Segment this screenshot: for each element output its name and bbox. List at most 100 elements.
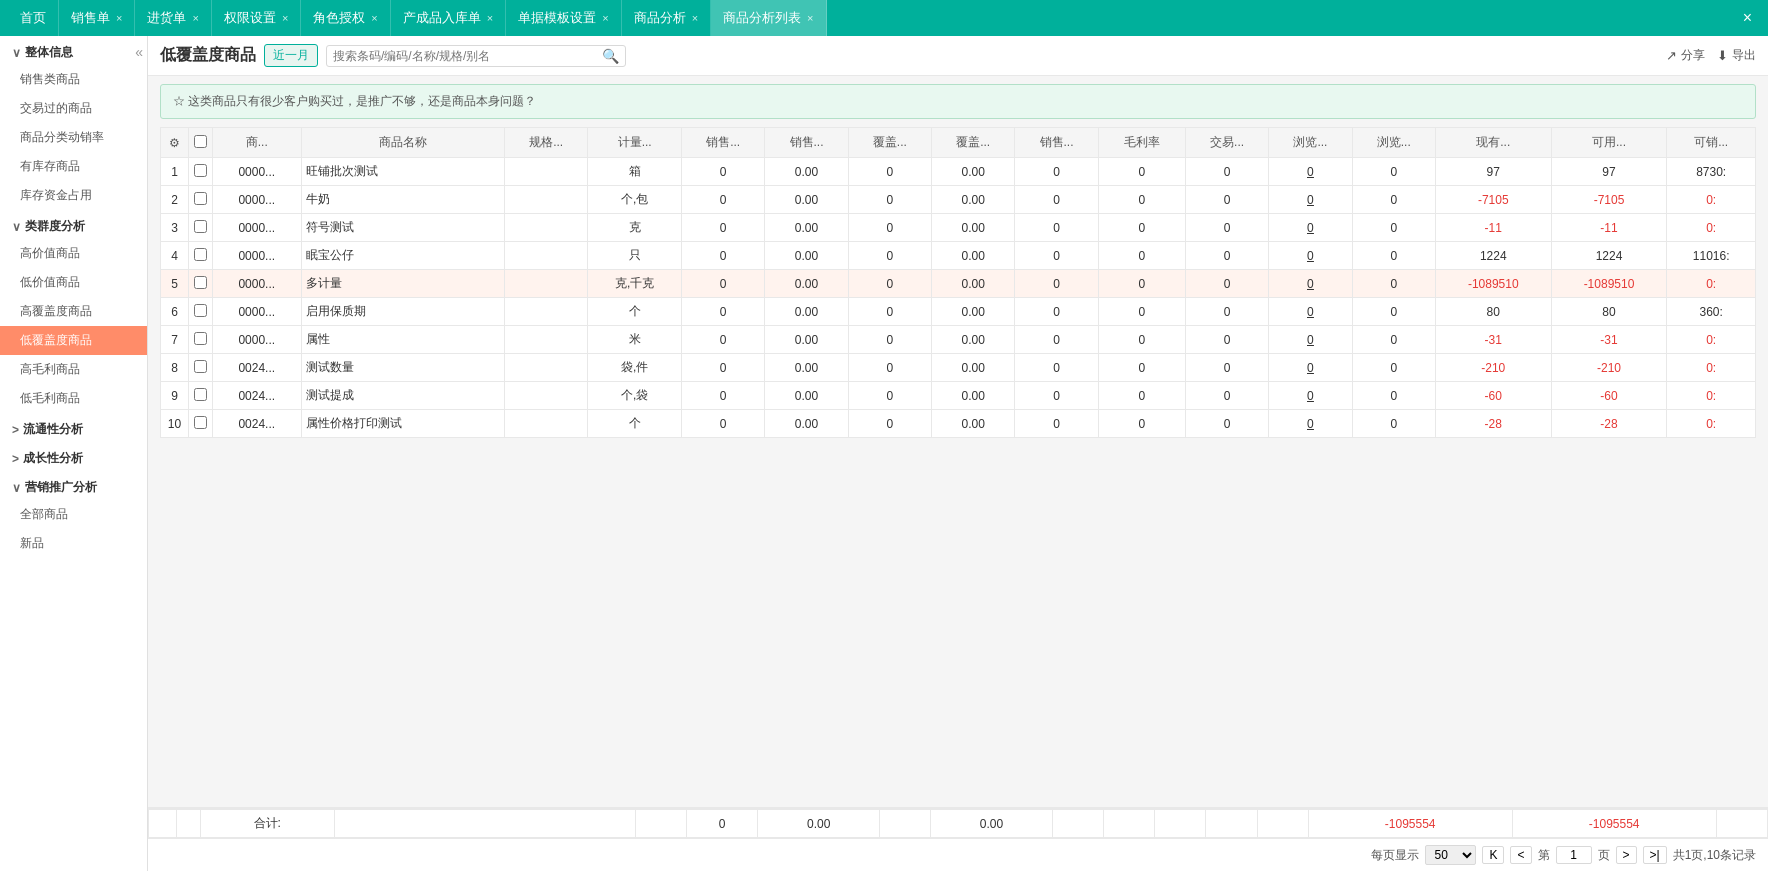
sidebar-item-low-coverage[interactable]: 低覆盖度商品 xyxy=(0,326,147,355)
sidebar-item-stock-goods[interactable]: 有库存商品 xyxy=(0,152,147,181)
row-select-checkbox[interactable] xyxy=(194,332,207,345)
col-sales-qty[interactable]: 销售... xyxy=(682,128,765,158)
select-all-checkbox[interactable] xyxy=(194,135,207,148)
close-permission-tab[interactable]: × xyxy=(282,12,288,24)
close-all-tabs[interactable]: × xyxy=(1735,9,1760,27)
sidebar-item-capital[interactable]: 库存资金占用 xyxy=(0,181,147,210)
col-spec[interactable]: 规格... xyxy=(504,128,587,158)
sidebar-section-liquidity[interactable]: > 流通性分析 xyxy=(0,413,147,442)
sidebar-item-high-profit[interactable]: 高毛利商品 xyxy=(0,355,147,384)
sidebar-section-growth[interactable]: > 成长性分析 xyxy=(0,442,147,471)
row-select-checkbox[interactable] xyxy=(194,360,207,373)
table-container[interactable]: ⚙ 商... 商品名称 规格... 计量... 销售... 销售... 覆盖..… xyxy=(148,127,1768,807)
nav-tab-role[interactable]: 角色授权 × xyxy=(301,0,390,36)
row-checkbox[interactable] xyxy=(189,382,213,410)
search-input[interactable] xyxy=(333,49,598,63)
section-arrow-marketing: ∨ xyxy=(12,481,21,495)
row-checkbox[interactable] xyxy=(189,298,213,326)
col-settings[interactable]: ⚙ xyxy=(161,128,189,158)
nav-tab-purchase[interactable]: 进货单 × xyxy=(135,0,211,36)
col-unit[interactable]: 计量... xyxy=(588,128,682,158)
nav-tab-template[interactable]: 单据模板设置 × xyxy=(506,0,621,36)
col-gross[interactable]: 毛利率 xyxy=(1098,128,1185,158)
nav-tab-sales[interactable]: 销售单 × xyxy=(59,0,135,36)
sidebar-section-cluster[interactable]: ∨ 类群度分析 xyxy=(0,210,147,239)
sidebar-item-sales-goods[interactable]: 销售类商品 xyxy=(0,65,147,94)
col-checkbox[interactable] xyxy=(189,128,213,158)
close-analysis-list-tab[interactable]: × xyxy=(807,12,813,24)
row-browse1[interactable]: 0 xyxy=(1269,382,1352,410)
close-sales-tab[interactable]: × xyxy=(116,12,122,24)
col-trans[interactable]: 交易... xyxy=(1185,128,1268,158)
col-sales-amt[interactable]: 销售... xyxy=(765,128,848,158)
sidebar-section-marketing[interactable]: ∨ 营销推广分析 xyxy=(0,471,147,500)
row-browse1[interactable]: 0 xyxy=(1269,158,1352,186)
close-product-in-tab[interactable]: × xyxy=(487,12,493,24)
sidebar-item-all-goods[interactable]: 全部商品 xyxy=(0,500,147,529)
next-page-btn[interactable]: > xyxy=(1616,846,1637,864)
sidebar-item-low-profit[interactable]: 低毛利商品 xyxy=(0,384,147,413)
sidebar-collapse-btn[interactable]: « xyxy=(135,44,143,60)
row-checkbox[interactable] xyxy=(189,186,213,214)
col-name[interactable]: 商品名称 xyxy=(301,128,504,158)
sidebar-item-high-coverage[interactable]: 高覆盖度商品 xyxy=(0,297,147,326)
row-browse1[interactable]: 0 xyxy=(1269,354,1352,382)
col-code[interactable]: 商... xyxy=(213,128,302,158)
last-page-btn[interactable]: >| xyxy=(1643,846,1667,864)
row-checkbox[interactable] xyxy=(189,158,213,186)
row-checkbox[interactable] xyxy=(189,270,213,298)
sidebar-item-high-value[interactable]: 高价值商品 xyxy=(0,239,147,268)
settings-icon[interactable]: ⚙ xyxy=(169,136,180,150)
row-browse1[interactable]: 0 xyxy=(1269,186,1352,214)
row-checkbox[interactable] xyxy=(189,354,213,382)
sidebar-item-category-rate[interactable]: 商品分类动销率 xyxy=(0,123,147,152)
col-sal[interactable]: 可销... xyxy=(1667,128,1756,158)
col-cov1[interactable]: 覆盖... xyxy=(848,128,931,158)
close-analysis-tab[interactable]: × xyxy=(692,12,698,24)
row-select-checkbox[interactable] xyxy=(194,276,207,289)
row-checkbox[interactable] xyxy=(189,242,213,270)
row-browse1[interactable]: 0 xyxy=(1269,298,1352,326)
row-select-checkbox[interactable] xyxy=(194,416,207,429)
share-btn[interactable]: ↗ 分享 xyxy=(1666,47,1705,64)
nav-tab-analysis-list[interactable]: 商品分析列表 × xyxy=(711,0,826,36)
row-select-checkbox[interactable] xyxy=(194,220,207,233)
first-page-btn[interactable]: K xyxy=(1482,846,1504,864)
nav-tab-product-in[interactable]: 产成品入库单 × xyxy=(391,0,506,36)
page-size-select[interactable]: 50 20 100 xyxy=(1425,845,1476,865)
page-input[interactable] xyxy=(1556,846,1592,864)
nav-tab-permission[interactable]: 权限设置 × xyxy=(212,0,301,36)
filter-month-btn[interactable]: 近一月 xyxy=(264,44,318,67)
row-browse1[interactable]: 0 xyxy=(1269,270,1352,298)
col-sales-t[interactable]: 销售... xyxy=(1015,128,1098,158)
row-select-checkbox[interactable] xyxy=(194,248,207,261)
col-curr[interactable]: 现有... xyxy=(1435,128,1551,158)
sidebar-section-overview[interactable]: ∨ 整体信息 xyxy=(0,36,147,65)
row-browse1[interactable]: 0 xyxy=(1269,326,1352,354)
close-template-tab[interactable]: × xyxy=(602,12,608,24)
row-checkbox[interactable] xyxy=(189,214,213,242)
sidebar-item-traded-goods[interactable]: 交易过的商品 xyxy=(0,94,147,123)
col-cov2[interactable]: 覆盖... xyxy=(932,128,1015,158)
sidebar-item-low-value[interactable]: 低价值商品 xyxy=(0,268,147,297)
col-avail[interactable]: 可用... xyxy=(1551,128,1667,158)
row-select-checkbox[interactable] xyxy=(194,304,207,317)
row-checkbox[interactable] xyxy=(189,326,213,354)
nav-tab-analysis[interactable]: 商品分析 × xyxy=(622,0,711,36)
row-select-checkbox[interactable] xyxy=(194,388,207,401)
close-role-tab[interactable]: × xyxy=(371,12,377,24)
row-browse1[interactable]: 0 xyxy=(1269,214,1352,242)
col-browse2[interactable]: 浏览... xyxy=(1352,128,1435,158)
prev-page-btn[interactable]: < xyxy=(1510,846,1531,864)
row-browse1[interactable]: 0 xyxy=(1269,410,1352,438)
sidebar-item-new-goods[interactable]: 新品 xyxy=(0,529,147,558)
row-select-checkbox[interactable] xyxy=(194,192,207,205)
search-icon[interactable]: 🔍 xyxy=(602,48,619,64)
nav-tab-home[interactable]: 首页 xyxy=(8,0,59,36)
close-purchase-tab[interactable]: × xyxy=(192,12,198,24)
row-checkbox[interactable] xyxy=(189,410,213,438)
export-btn[interactable]: ⬇ 导出 xyxy=(1717,47,1756,64)
col-browse1[interactable]: 浏览... xyxy=(1269,128,1352,158)
row-select-checkbox[interactable] xyxy=(194,164,207,177)
row-browse1[interactable]: 0 xyxy=(1269,242,1352,270)
